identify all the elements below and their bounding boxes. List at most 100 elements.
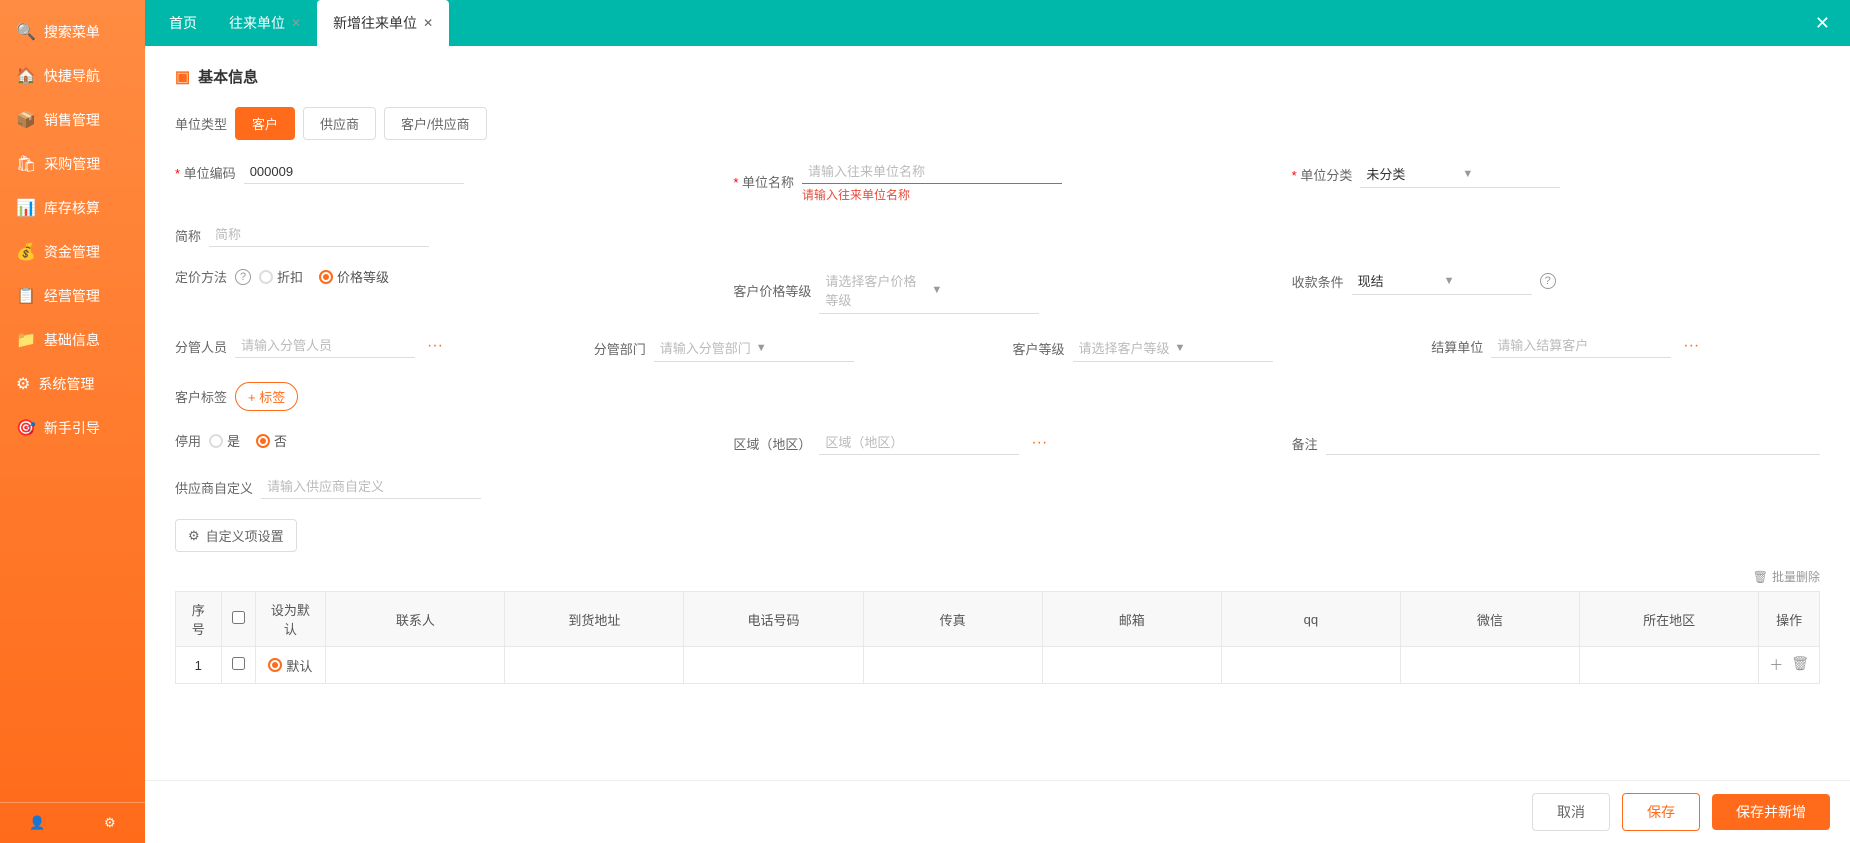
address-input[interactable] [515, 658, 673, 673]
select-all-checkbox[interactable] [232, 611, 245, 624]
cancel-button[interactable]: 取消 [1532, 793, 1610, 831]
row-fax[interactable] [863, 647, 1042, 684]
user-btn[interactable]: 👤 [29, 815, 45, 831]
customer-level-label: 客户等级 [1013, 339, 1065, 358]
row-region-cell[interactable] [1580, 647, 1759, 684]
row-checkbox [221, 647, 255, 684]
row-wechat[interactable] [1401, 647, 1580, 684]
sidebar-settings-btn[interactable]: ⚙ [104, 815, 116, 831]
dept-arrow: ▼ [756, 342, 848, 354]
disabled-yes-radio[interactable]: 是 [209, 431, 240, 450]
contact-input[interactable] [336, 658, 494, 673]
sidebar-item-search[interactable]: 🔍 搜索菜单 [0, 10, 145, 54]
disabled-radio-group: 是 否 [209, 431, 287, 450]
type-btn-customer[interactable]: 客户 [235, 107, 295, 140]
footer: 取消 保存 保存并新增 [145, 780, 1850, 843]
customer-level-select[interactable]: 请选择客户等级 ▼ [1073, 334, 1273, 362]
tab-home[interactable]: 首页 [153, 0, 213, 46]
row-address[interactable] [505, 647, 684, 684]
email-input[interactable] [1053, 658, 1211, 673]
section-icon: ▣ [175, 67, 190, 87]
supplier-custom-label: 供应商自定义 [175, 478, 253, 497]
supplier-custom-row: 供应商自定义 [175, 475, 1820, 499]
type-buttons: 客户 供应商 客户/供应商 [235, 107, 487, 140]
row-contact[interactable] [326, 647, 505, 684]
row-default-circle [268, 658, 282, 672]
customer-price-select[interactable]: 请选择客户价格等级 ▼ [819, 267, 1039, 314]
row-default-radio[interactable]: 默认 [266, 656, 316, 675]
save-new-button[interactable]: 保存并新增 [1712, 794, 1830, 830]
unit-name-field: 单位名称 请输入往来单位名称 [733, 160, 1261, 203]
type-btn-supplier[interactable]: 供应商 [303, 107, 376, 140]
sidebar-item-finance[interactable]: 💰 资金管理 [0, 230, 145, 274]
sidebar-item-purchase[interactable]: 🛍 采购管理 [0, 142, 145, 186]
col-address: 到货地址 [505, 592, 684, 647]
pricing-row: 定价方法 ? 折扣 价格等级 客户价格等级 请选择客户价格等级 [175, 267, 1820, 314]
region-input[interactable] [819, 431, 1019, 455]
pricing-discount-radio[interactable]: 折扣 [259, 267, 303, 286]
payment-select[interactable]: 现结 ▼ [1352, 267, 1532, 295]
tabbar-close-btn[interactable]: ✕ [1803, 13, 1842, 34]
unit-name-error: 请输入往来单位名称 [802, 186, 1262, 203]
custom-settings-btn[interactable]: ⚙ 自定义项设置 [175, 519, 297, 552]
row-actions: ＋ 🗑 [1769, 655, 1809, 675]
region-cell-input[interactable] [1590, 658, 1748, 673]
customer-price-arrow: ▼ [931, 284, 1033, 296]
unit-name-input[interactable] [802, 160, 1062, 184]
row-phone[interactable] [684, 647, 863, 684]
alias-row: 简称 [175, 223, 1820, 247]
save-button[interactable]: 保存 [1622, 793, 1700, 831]
region-ellipsis[interactable]: ··· [1027, 434, 1051, 452]
sidebar-item-inventory[interactable]: 📊 库存核算 [0, 186, 145, 230]
customer-level-arrow: ▼ [1175, 342, 1267, 354]
unit-name-wrapper: 请输入往来单位名称 [802, 160, 1262, 203]
remark-input[interactable] [1326, 431, 1820, 455]
dept-label: 分管部门 [594, 339, 646, 358]
row-select-checkbox[interactable] [232, 657, 245, 670]
manager-ellipsis[interactable]: ··· [423, 337, 447, 355]
row-delete-btn[interactable]: 🗑 [1791, 655, 1809, 675]
batch-delete-area: 🗑 批量删除 [175, 568, 1820, 585]
tab-partners-close[interactable]: ✕ [291, 16, 301, 30]
type-btn-both[interactable]: 客户/供应商 [384, 107, 487, 140]
phone-input[interactable] [694, 658, 852, 673]
supplier-custom-input[interactable] [261, 475, 481, 499]
dept-select[interactable]: 请输入分管部门 ▼ [654, 334, 854, 362]
contact-table: 序号 设为默认 联系人 到货地址 电话号码 传真 邮箱 qq 微信 所在地区 操… [175, 591, 1820, 684]
alias-input[interactable] [209, 223, 429, 247]
payment-help-icon[interactable]: ? [1540, 273, 1556, 289]
region-field: 区域（地区） ··· [733, 431, 1261, 455]
manager-input[interactable] [235, 334, 415, 358]
pricing-level-radio[interactable]: 价格等级 [319, 267, 389, 286]
batch-delete-icon: 🗑 [1753, 570, 1768, 584]
wechat-input[interactable] [1411, 658, 1569, 673]
row-actions-cell: ＋ 🗑 [1759, 647, 1820, 684]
disabled-no-radio[interactable]: 否 [256, 431, 287, 450]
finance-icon: 💰 [16, 242, 36, 262]
pricing-help-icon[interactable]: ? [235, 269, 251, 285]
purchase-icon: 🛍 [16, 154, 36, 174]
sidebar-item-newguide[interactable]: 🎯 新手引导 [0, 406, 145, 450]
settlement-ellipsis[interactable]: ··· [1679, 337, 1703, 355]
table-row: 1 默认 [176, 647, 1820, 684]
sidebar-item-operations[interactable]: 📋 经营管理 [0, 274, 145, 318]
add-tag-btn[interactable]: + 标签 [235, 382, 298, 411]
search-menu-icon: 🔍 [16, 22, 36, 42]
sidebar-item-sales[interactable]: 📦 销售管理 [0, 98, 145, 142]
tab-new-partner[interactable]: 新增往来单位 ✕ [317, 0, 449, 46]
batch-delete-btn[interactable]: 🗑 批量删除 [1753, 568, 1820, 585]
unit-type-label: 单位类型 [175, 114, 227, 133]
sidebar-item-system[interactable]: ⚙ 系统管理 [0, 362, 145, 406]
row-qq[interactable] [1221, 647, 1400, 684]
sidebar-item-basicinfo[interactable]: 📁 基础信息 [0, 318, 145, 362]
qq-input[interactable] [1232, 658, 1390, 673]
tab-new-partner-close[interactable]: ✕ [423, 16, 433, 30]
unit-category-select[interactable]: 未分类 ▼ [1360, 160, 1560, 188]
unit-code-input[interactable] [244, 160, 464, 184]
fax-input[interactable] [874, 658, 1032, 673]
tab-partners[interactable]: 往来单位 ✕ [213, 0, 317, 46]
settlement-input[interactable] [1491, 334, 1671, 358]
row-email[interactable] [1042, 647, 1221, 684]
sidebar-item-quicknav[interactable]: 🏠 快捷导航 [0, 54, 145, 98]
row-add-btn[interactable]: ＋ [1769, 655, 1783, 675]
